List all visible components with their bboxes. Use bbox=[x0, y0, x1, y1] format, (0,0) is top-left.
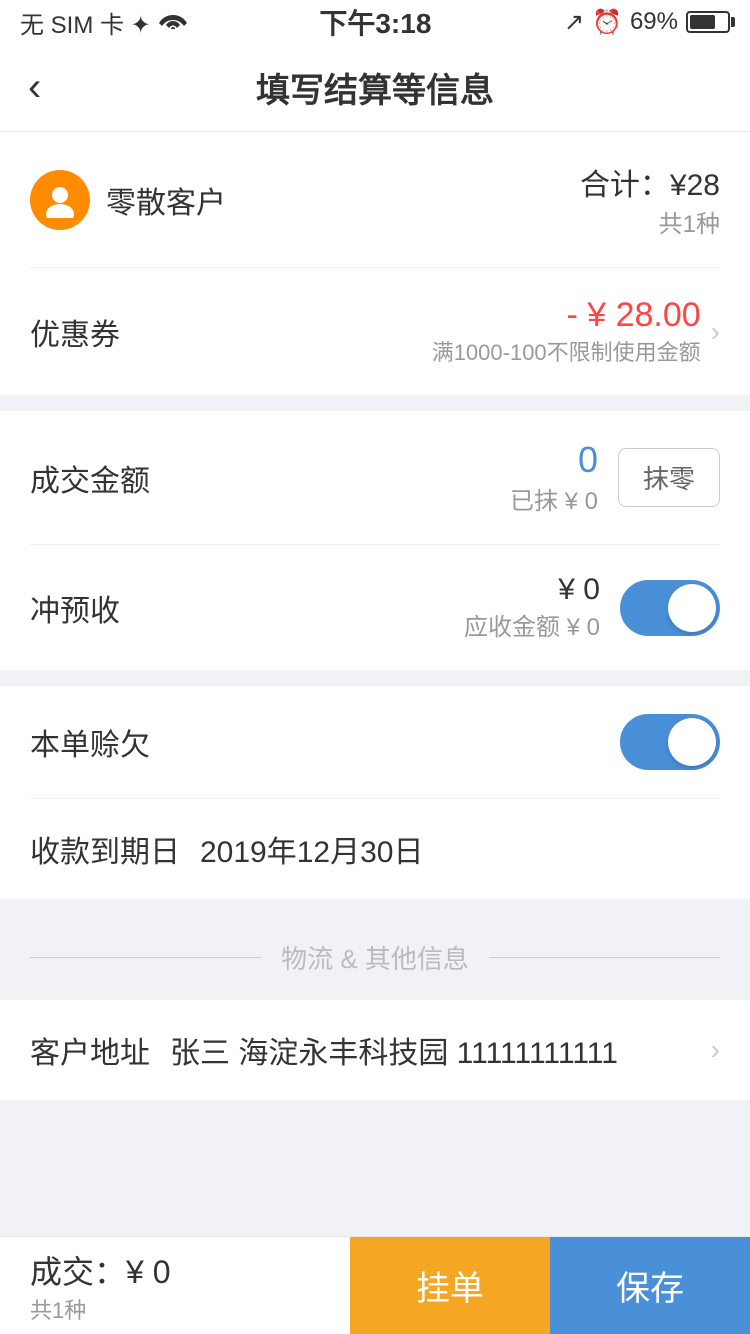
divider-line-right bbox=[489, 957, 720, 958]
coupon-right: - ¥ 28.00 满1000-100不限制使用金额 › bbox=[432, 296, 720, 367]
status-bar: 无 SIM 卡 ✦ 下午3:18 ↗ ⏰ 69% bbox=[0, 0, 750, 44]
customer-count: 共1种 bbox=[580, 204, 720, 239]
coupon-row[interactable]: 优惠券 - ¥ 28.00 满1000-100不限制使用金额 › bbox=[0, 268, 750, 395]
address-label: 客户地址 bbox=[30, 1028, 150, 1072]
bottom-summary-count: 共1种 bbox=[30, 1293, 320, 1325]
due-date-label: 收款到期日 bbox=[30, 827, 180, 871]
avatar bbox=[30, 170, 90, 230]
status-time: 下午3:18 bbox=[319, 2, 431, 42]
location-icon: ↗ bbox=[564, 8, 584, 37]
address-row[interactable]: 客户地址 张三 海淀永丰科技园 11111111111 › bbox=[0, 1000, 750, 1100]
prepayment-value: ¥ 0 bbox=[464, 573, 600, 607]
due-date-row: 收款到期日 2019年12月30日 bbox=[0, 799, 750, 899]
prepayment-sub: 应收金额 ¥ 0 bbox=[464, 607, 600, 642]
alarm-icon: ⏰ bbox=[592, 8, 622, 37]
bottom-summary-top: 成交：¥ 0 bbox=[30, 1247, 320, 1293]
coupon-label: 优惠券 bbox=[30, 310, 120, 354]
hang-button[interactable]: 挂单 bbox=[350, 1237, 550, 1334]
bottom-spacer bbox=[0, 1116, 750, 1216]
save-button-label: 保存 bbox=[616, 1261, 684, 1310]
status-right: ↗ ⏰ 69% bbox=[564, 8, 730, 37]
customer-row: 零散客户 合计：¥28 共1种 bbox=[0, 132, 750, 267]
coupon-amount: - ¥ 28.00 bbox=[432, 296, 701, 335]
customer-total: 合计：¥28 bbox=[580, 160, 720, 204]
customer-left: 零散客户 bbox=[30, 170, 226, 230]
prepayment-row: 冲预收 ¥ 0 应收金额 ¥ 0 bbox=[0, 545, 750, 670]
bottom-summary: 成交：¥ 0 共1种 bbox=[0, 1247, 350, 1325]
customer-section: 零散客户 合计：¥28 共1种 优惠券 - ¥ 28.00 满1000-100不… bbox=[0, 132, 750, 395]
wifi-icon bbox=[159, 8, 187, 36]
transaction-amount-label: 成交金额 bbox=[30, 456, 150, 500]
debit-row: 本单赊欠 bbox=[0, 686, 750, 798]
address-chevron-icon: › bbox=[711, 1034, 720, 1066]
battery-icon bbox=[686, 11, 730, 33]
transaction-amount-row: 成交金额 0 已抹 ¥ 0 抹零 bbox=[0, 411, 750, 544]
hang-button-label: 挂单 bbox=[416, 1261, 484, 1310]
transaction-amount-right: 0 已抹 ¥ 0 抹零 bbox=[510, 439, 720, 516]
round-off-button[interactable]: 抹零 bbox=[618, 448, 720, 507]
sim-status: 无 SIM 卡 ✦ bbox=[20, 5, 151, 40]
bottom-summary-value: ¥ 0 bbox=[126, 1254, 170, 1290]
debit-label: 本单赊欠 bbox=[30, 720, 150, 764]
amount-value-block: 0 已抹 ¥ 0 bbox=[510, 439, 598, 516]
transaction-amount-value: 0 bbox=[510, 439, 598, 481]
customer-name: 零散客户 bbox=[106, 178, 226, 222]
customer-right: 合计：¥28 共1种 bbox=[580, 160, 720, 239]
prepayment-label: 冲预收 bbox=[30, 586, 120, 630]
transaction-amount-sub: 已抹 ¥ 0 bbox=[510, 481, 598, 516]
battery-percent: 69% bbox=[630, 8, 678, 36]
coupon-value-block: - ¥ 28.00 满1000-100不限制使用金额 bbox=[432, 296, 701, 367]
nav-bar: ‹ 填写结算等信息 bbox=[0, 44, 750, 132]
logistics-label: 物流 & 其他信息 bbox=[281, 939, 469, 976]
prepayment-value-block: ¥ 0 应收金额 ¥ 0 bbox=[464, 573, 600, 642]
toggle-knob bbox=[668, 584, 716, 632]
debit-toggle-knob bbox=[668, 718, 716, 766]
due-date-value: 2019年12月30日 bbox=[200, 827, 423, 871]
status-left: 无 SIM 卡 ✦ bbox=[20, 5, 187, 40]
save-button[interactable]: 保存 bbox=[550, 1237, 750, 1334]
address-value: 张三 海淀永丰科技园 11111111111 bbox=[170, 1028, 618, 1072]
coupon-description: 满1000-100不限制使用金额 bbox=[432, 335, 701, 367]
prepayment-right: ¥ 0 应收金额 ¥ 0 bbox=[464, 573, 720, 642]
prepayment-toggle[interactable] bbox=[620, 580, 720, 636]
divider-line-left bbox=[30, 957, 261, 958]
logistics-divider: 物流 & 其他信息 bbox=[0, 915, 750, 1000]
transaction-section: 成交金额 0 已抹 ¥ 0 抹零 冲预收 ¥ 0 应收金额 ¥ 0 bbox=[0, 411, 750, 670]
back-button[interactable]: ‹ bbox=[28, 65, 41, 110]
address-section: 客户地址 张三 海淀永丰科技园 11111111111 › bbox=[0, 1000, 750, 1100]
debit-toggle[interactable] bbox=[620, 714, 720, 770]
chevron-right-icon: › bbox=[711, 316, 720, 348]
bottom-summary-label: 成交： bbox=[30, 1254, 126, 1290]
bottom-bar: 成交：¥ 0 共1种 挂单 保存 bbox=[0, 1236, 750, 1334]
page-title: 填写结算等信息 bbox=[256, 63, 494, 112]
debit-section: 本单赊欠 收款到期日 2019年12月30日 bbox=[0, 686, 750, 899]
address-left: 客户地址 张三 海淀永丰科技园 11111111111 bbox=[30, 1028, 618, 1072]
